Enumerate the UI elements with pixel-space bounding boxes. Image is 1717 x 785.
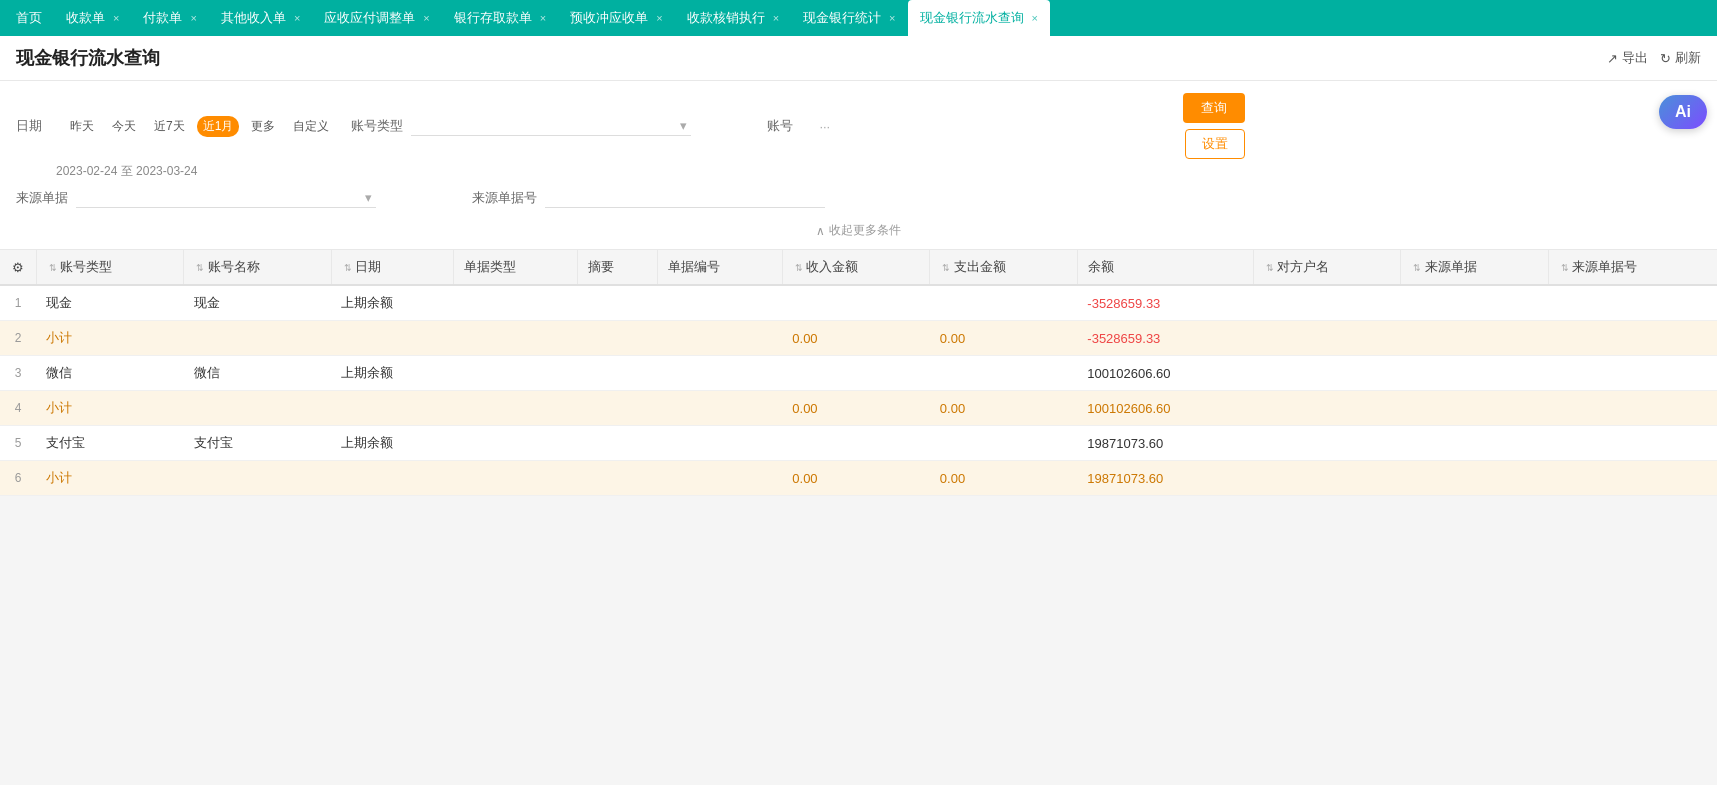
nav-cashflow[interactable]: 现金银行流水查询 × — [908, 0, 1050, 36]
query-button[interactable]: 查询 — [1183, 93, 1245, 123]
col-account-name[interactable]: ⇅ 账号名称 — [184, 250, 332, 285]
filter-row-1: 日期 昨天 今天 近7天 近1月 更多 自定义 账号类型 ▾ 账号 ··· — [16, 93, 1701, 159]
refresh-icon: ↻ — [1660, 51, 1671, 66]
close-verify-icon[interactable]: × — [773, 0, 779, 36]
table-header-row: ⚙ ⇅ 账号类型 ⇅ 账号名称 ⇅ 日期 单据类型 摘要 — [0, 250, 1717, 285]
date-opt-custom[interactable]: 自定义 — [287, 116, 335, 137]
collapse-label: ∧ 收起更多条件 — [816, 222, 901, 239]
col-income[interactable]: ⇅ 收入金额 — [782, 250, 930, 285]
date-filter-group: 日期 昨天 今天 近7天 近1月 更多 自定义 — [16, 116, 335, 137]
export-icon: ↗ — [1607, 51, 1618, 66]
header-actions: ↗ 导出 ↻ 刷新 — [1607, 49, 1701, 67]
table-container: ⚙ ⇅ 账号类型 ⇅ 账号名称 ⇅ 日期 单据类型 摘要 — [0, 250, 1717, 496]
sort-arrows-income: ⇅ — [795, 263, 803, 273]
col-account-type[interactable]: ⇅ 账号类型 — [36, 250, 184, 285]
nav-bank-deposit[interactable]: 银行存取款单 × — [442, 0, 558, 36]
date-opt-more[interactable]: 更多 — [245, 116, 281, 137]
page-title: 现金银行流水查询 — [16, 46, 160, 70]
date-range-display: 2023-02-24 至 2023-03-24 — [52, 163, 1701, 180]
date-opt-1month[interactable]: 近1月 — [197, 116, 240, 137]
table-row: 6小计0.000.0019871073.60 — [0, 461, 1717, 496]
nav-prepay[interactable]: 预收冲应收单 × — [558, 0, 674, 36]
col-gear[interactable]: ⚙ — [0, 250, 36, 285]
close-cashflow-icon[interactable]: × — [1032, 0, 1038, 36]
refresh-button[interactable]: ↻ 刷新 — [1660, 49, 1701, 67]
account-type-filter-group: 账号类型 ▾ — [351, 116, 751, 136]
source-doc-no-label: 来源单据号 — [472, 189, 537, 207]
date-range-text: 2023-02-24 至 2023-03-24 — [56, 164, 197, 178]
date-opt-yesterday[interactable]: 昨天 — [64, 116, 100, 137]
table-row: 3微信微信上期余额100102606.60 — [0, 356, 1717, 391]
col-date[interactable]: ⇅ 日期 — [331, 250, 454, 285]
nav-verify[interactable]: 收款核销执行 × — [675, 0, 791, 36]
data-table: ⚙ ⇅ 账号类型 ⇅ 账号名称 ⇅ 日期 单据类型 摘要 — [0, 250, 1717, 496]
source-doc-dropdown-icon: ▾ — [365, 190, 372, 205]
sort-arrows-source-doc: ⇅ — [1413, 263, 1421, 273]
nav-adjust[interactable]: 应收应付调整单 × — [312, 0, 441, 36]
table-row: 2小计0.000.00-3528659.33 — [0, 321, 1717, 356]
sort-arrows-date: ⇅ — [344, 263, 352, 273]
col-counterparty[interactable]: ⇅ 对方户名 — [1253, 250, 1401, 285]
col-summary[interactable]: 摘要 — [578, 250, 658, 285]
close-adjust-icon[interactable]: × — [423, 0, 429, 36]
col-balance[interactable]: 余额 — [1077, 250, 1253, 285]
source-doc-no-input[interactable] — [545, 188, 825, 208]
account-type-select[interactable]: ▾ — [411, 116, 691, 136]
close-receipt-icon[interactable]: × — [113, 0, 119, 36]
close-other-income-icon[interactable]: × — [294, 0, 300, 36]
filter-row-2: 来源单据 ▾ 来源单据号 — [16, 188, 1701, 208]
date-opt-today[interactable]: 今天 — [106, 116, 142, 137]
date-options: 昨天 今天 近7天 近1月 更多 自定义 — [64, 116, 335, 137]
account-label: 账号 — [767, 117, 807, 135]
col-doc-no[interactable]: 单据编号 — [658, 250, 782, 285]
nav-receipt[interactable]: 收款单 × — [54, 0, 131, 36]
col-source-doc[interactable]: ⇅ 来源单据 — [1401, 250, 1549, 285]
filter-actions: 查询 设置 — [1183, 93, 1245, 159]
nav-home[interactable]: 首页 — [4, 0, 54, 36]
sort-arrows-expense: ⇅ — [942, 263, 950, 273]
table-body: 1现金现金上期余额-3528659.332小计0.000.00-3528659.… — [0, 285, 1717, 496]
source-doc-select[interactable]: ▾ — [76, 188, 376, 208]
account-type-dropdown-icon: ▾ — [680, 118, 687, 133]
close-payment-icon[interactable]: × — [190, 0, 196, 36]
table-row: 4小计0.000.00100102606.60 — [0, 391, 1717, 426]
page-header: 现金银行流水查询 ↗ 导出 ↻ 刷新 — [0, 36, 1717, 81]
sort-arrows-source-doc-no: ⇅ — [1561, 263, 1569, 273]
sort-arrows-account-type: ⇅ — [49, 263, 57, 273]
export-button[interactable]: ↗ 导出 — [1607, 49, 1648, 67]
table-row: 5支付宝支付宝上期余额19871073.60 — [0, 426, 1717, 461]
sort-arrows-counterparty: ⇅ — [1266, 263, 1274, 273]
col-source-doc-no[interactable]: ⇅ 来源单据号 — [1548, 250, 1717, 285]
date-label: 日期 — [16, 117, 56, 135]
source-doc-no-filter-group: 来源单据号 — [472, 188, 912, 208]
account-dots[interactable]: ··· — [815, 119, 834, 134]
filter-area: 日期 昨天 今天 近7天 近1月 更多 自定义 账号类型 ▾ 账号 ··· — [0, 81, 1717, 250]
date-opt-7days[interactable]: 近7天 — [148, 116, 191, 137]
source-doc-filter-group: 来源单据 ▾ — [16, 188, 456, 208]
ai-badge[interactable]: Ai — [1659, 95, 1707, 129]
close-stats-icon[interactable]: × — [889, 0, 895, 36]
account-type-label: 账号类型 — [351, 117, 403, 135]
table-row: 1现金现金上期余额-3528659.33 — [0, 285, 1717, 321]
close-bank-deposit-icon[interactable]: × — [540, 0, 546, 36]
nav-stats[interactable]: 现金银行统计 × — [791, 0, 907, 36]
settings-button[interactable]: 设置 — [1185, 129, 1245, 159]
nav-payment[interactable]: 付款单 × — [131, 0, 208, 36]
collapse-row[interactable]: ∧ 收起更多条件 — [16, 218, 1701, 241]
account-filter-group: 账号 ··· — [767, 117, 1167, 135]
nav-other-income[interactable]: 其他收入单 × — [209, 0, 312, 36]
collapse-icon: ∧ — [816, 224, 825, 238]
col-expense[interactable]: ⇅ 支出金额 — [930, 250, 1078, 285]
source-doc-label: 来源单据 — [16, 189, 68, 207]
col-doc-type[interactable]: 单据类型 — [454, 250, 578, 285]
close-prepay-icon[interactable]: × — [656, 0, 662, 36]
top-nav: 首页 收款单 × 付款单 × 其他收入单 × 应收应付调整单 × 银行存取款单 … — [0, 0, 1717, 36]
sort-arrows-account-name: ⇅ — [196, 263, 204, 273]
